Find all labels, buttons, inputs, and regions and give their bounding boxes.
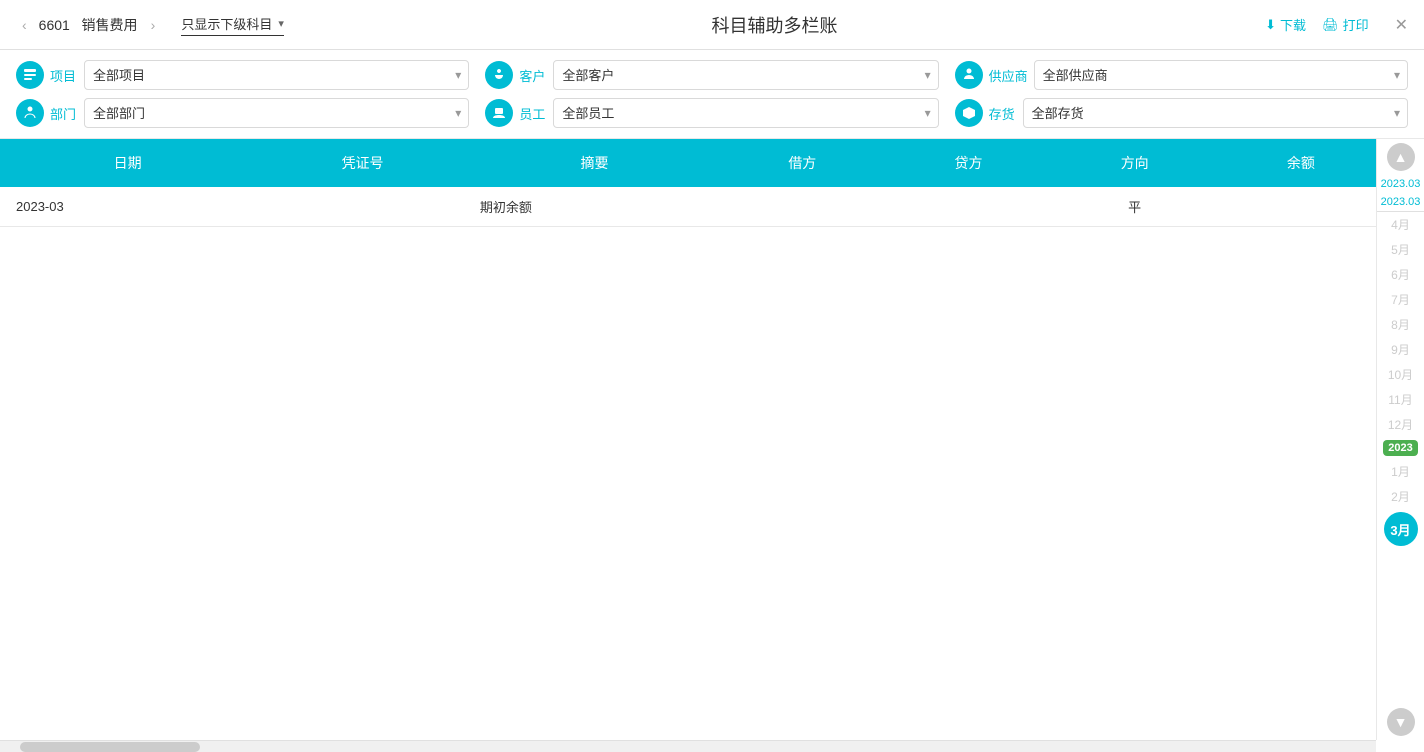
table-row: 2023-03 期初余额 平 [0, 187, 1384, 227]
filter-row-2: 部门 全部部门 员工 全部员工 [16, 98, 1408, 128]
dept-label: 部门 [50, 104, 78, 123]
month-8[interactable]: 8月 [1391, 312, 1410, 337]
employee-label: 员工 [519, 104, 547, 123]
header-bar: ‹ 6601 销售费用 › 只显示下级科目 ▾ 科目辅助多栏账 ⬇ 下载 🖨 打… [0, 0, 1424, 50]
year-badge-2023[interactable]: 2023 [1383, 440, 1417, 456]
inventory-filter-item: 存货 全部存货 [955, 98, 1408, 128]
supplier-filter-item: 供应商 全部供应商 [955, 60, 1408, 90]
supplier-icon [955, 61, 983, 89]
download-icon: ⬇ [1265, 17, 1276, 33]
project-filter-item: 项目 全部项目 [16, 60, 469, 90]
col-voucher: 凭证号 [255, 139, 470, 187]
cell-date: 2023-03 [0, 187, 255, 227]
customer-label: 客户 [519, 66, 547, 85]
cell-credit [885, 187, 1051, 227]
page-title: 科目辅助多栏账 [284, 12, 1265, 38]
col-balance: 余额 [1218, 139, 1384, 187]
inventory-icon [955, 99, 983, 127]
employee-filter-item: 员工 全部员工 [485, 98, 938, 128]
project-select-wrapper[interactable]: 全部项目 [84, 60, 469, 90]
close-button[interactable]: ✕ [1395, 15, 1408, 35]
customer-filter-item: 客户 全部客户 [485, 60, 938, 90]
period-2023-03-second[interactable]: 2023.03 [1377, 193, 1424, 212]
timeline-down-button[interactable]: ▼ [1387, 708, 1415, 736]
cell-debit [719, 187, 885, 227]
customer-select[interactable]: 全部客户 [553, 60, 938, 90]
col-credit: 贷方 [885, 139, 1051, 187]
dept-filter-item: 部门 全部部门 [16, 98, 469, 128]
month-6[interactable]: 6月 [1391, 262, 1410, 287]
cell-summary: 期初余额 [470, 187, 719, 227]
col-summary: 摘要 [470, 139, 719, 187]
customer-icon [485, 61, 513, 89]
data-table: 日期 凭证号 摘要 借方 贷方 方向 余额 2023-03 期初余额 [0, 139, 1384, 227]
show-sub-button[interactable]: 只显示下级科目 ▾ [181, 14, 284, 36]
inventory-label: 存货 [989, 104, 1017, 123]
dept-select[interactable]: 全部部门 [84, 98, 469, 128]
employee-select[interactable]: 全部员工 [553, 98, 938, 128]
print-icon: 🖨 [1322, 17, 1339, 33]
dept-icon [16, 99, 44, 127]
col-date: 日期 [0, 139, 255, 187]
month-7[interactable]: 7月 [1391, 287, 1410, 312]
table-container: 日期 凭证号 摘要 借方 贷方 方向 余额 2023-03 期初余额 [0, 139, 1424, 740]
timeline-items: 2023.03 2023.03 4月 5月 6月 7月 8月 9月 10月 11… [1377, 175, 1424, 704]
supplier-label: 供应商 [989, 66, 1028, 85]
customer-select-wrapper[interactable]: 全部客户 [553, 60, 938, 90]
scroll-thumb[interactable] [20, 742, 200, 752]
project-select[interactable]: 全部项目 [84, 60, 469, 90]
month-12[interactable]: 12月 [1388, 412, 1413, 437]
inventory-select-wrapper[interactable]: 全部存货 [1023, 98, 1408, 128]
period-2023-03-top[interactable]: 2023.03 [1377, 175, 1424, 193]
col-direction: 方向 [1052, 139, 1218, 187]
col-debit: 借方 [719, 139, 885, 187]
month-11[interactable]: 11月 [1388, 387, 1412, 412]
account-code: 6601 销售费用 [39, 15, 139, 35]
nav-prev-button[interactable]: ‹ [16, 15, 33, 35]
nav-next-button[interactable]: › [145, 15, 162, 35]
cell-direction: 平 [1052, 187, 1218, 227]
employee-icon [485, 99, 513, 127]
download-button[interactable]: ⬇ 下载 [1265, 15, 1306, 34]
month-1[interactable]: 1月 [1391, 459, 1410, 484]
horizontal-scrollbar[interactable] [0, 740, 1376, 752]
month-2[interactable]: 2月 [1391, 484, 1410, 509]
table-header-row: 日期 凭证号 摘要 借方 贷方 方向 余额 [0, 139, 1384, 187]
cell-balance [1218, 187, 1384, 227]
month-4[interactable]: 4月 [1391, 212, 1410, 237]
employee-select-wrapper[interactable]: 全部员工 [553, 98, 938, 128]
side-timeline: ▲ 2023.03 2023.03 4月 5月 6月 7月 8月 9月 10月 … [1376, 139, 1424, 740]
cell-voucher [255, 187, 470, 227]
dept-select-wrapper[interactable]: 全部部门 [84, 98, 469, 128]
header-actions: ⬇ 下载 🖨 打印 ✕ [1265, 15, 1408, 35]
month-9[interactable]: 9月 [1391, 337, 1410, 362]
filter-area: 项目 全部项目 客户 全部客户 [0, 50, 1424, 139]
month-3-active[interactable]: 3月 [1384, 512, 1418, 546]
filter-row-1: 项目 全部项目 客户 全部客户 [16, 60, 1408, 90]
project-label: 项目 [50, 66, 78, 85]
timeline-up-button[interactable]: ▲ [1387, 143, 1415, 171]
supplier-select-wrapper[interactable]: 全部供应商 [1034, 60, 1408, 90]
month-10[interactable]: 10月 [1388, 362, 1413, 387]
month-5[interactable]: 5月 [1391, 237, 1410, 262]
supplier-select[interactable]: 全部供应商 [1034, 60, 1408, 90]
inventory-select[interactable]: 全部存货 [1023, 98, 1408, 128]
project-icon [16, 61, 44, 89]
print-button[interactable]: 🖨 打印 [1322, 15, 1369, 34]
